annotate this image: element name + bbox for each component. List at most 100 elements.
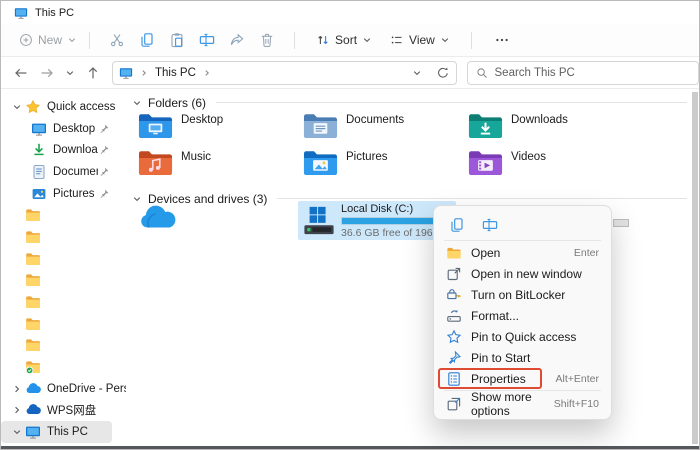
- back-button[interactable]: [13, 65, 29, 81]
- menu-item-shortcut: Alt+Enter: [556, 373, 599, 385]
- sidebar-item-label: Documents: [53, 166, 98, 178]
- more-options-icon: [446, 396, 462, 412]
- share-button[interactable]: [229, 32, 245, 48]
- delete-button[interactable]: [259, 32, 275, 48]
- sidebar-item-wps[interactable]: WPS网盘: [1, 400, 126, 422]
- content-scrollbar[interactable]: [692, 92, 698, 444]
- sidebar-item-folder-2[interactable]: [1, 226, 126, 248]
- sort-button-label: Sort: [335, 33, 357, 47]
- breadcrumb-this-pc[interactable]: This PC: [155, 67, 196, 79]
- refresh-button[interactable]: [436, 66, 450, 80]
- paste-button[interactable]: [169, 32, 185, 48]
- bitlocker-icon: [446, 287, 462, 303]
- sidebar-item-label: This PC: [47, 426, 112, 438]
- picture-blue-icon: [31, 186, 47, 202]
- sidebar-item-desktop[interactable]: Desktop: [1, 118, 126, 140]
- section-rule: [277, 198, 687, 199]
- sort-button[interactable]: Sort: [316, 33, 372, 47]
- sidebar-item-folder-1[interactable]: [1, 204, 126, 226]
- folder-tile-downloads[interactable]: Downloads: [468, 112, 628, 146]
- folder-yellow-icon: [25, 229, 41, 245]
- menu-separator: [444, 240, 601, 241]
- folder-yellow-icon: [25, 294, 41, 310]
- collapse-chevron-icon[interactable]: [132, 98, 142, 108]
- cut-button[interactable]: [109, 32, 125, 48]
- sidebar-item-label: Desktop: [53, 123, 98, 135]
- sidebar-item-quick-access[interactable]: Quick access: [1, 96, 126, 118]
- menu-item-label: Show more options: [471, 390, 545, 418]
- format-drive-icon: [446, 308, 462, 324]
- folders-grid: DesktopDocumentsDownloads MusicPictures Vi…: [138, 112, 633, 186]
- sidebar-item-folder-6[interactable]: [1, 313, 126, 335]
- sidebar-item-folder-5[interactable]: [1, 291, 126, 313]
- pin-icon: [98, 188, 110, 200]
- chevron-down-icon: [362, 35, 372, 45]
- folder-sync-icon: [25, 359, 41, 375]
- chevron-spacer: [9, 319, 25, 329]
- sort-arrows-icon: [316, 33, 330, 47]
- view-button[interactable]: View: [390, 33, 450, 47]
- folders-section-header[interactable]: Folders (6): [132, 95, 687, 110]
- star-outline-icon: [446, 329, 462, 345]
- sidebar-item-folder-7[interactable]: [1, 335, 126, 357]
- chevron-right-icon[interactable]: [9, 405, 25, 415]
- folder-tile-documents[interactable]: Documents: [303, 112, 463, 146]
- menu-item-pin-to-start[interactable]: Pin to Start: [434, 347, 611, 368]
- rename-button[interactable]: [482, 217, 498, 233]
- chevron-down-icon: [440, 35, 450, 45]
- sidebar-item-pictures[interactable]: Pictures: [1, 183, 126, 205]
- menu-item-shortcut: Enter: [574, 247, 599, 259]
- section-rule: [216, 102, 687, 103]
- sidebar-item-folder-synced[interactable]: [1, 356, 126, 378]
- menu-item-label: Open: [471, 246, 500, 260]
- search-box[interactable]: [467, 61, 699, 85]
- menu-item-show-more-options[interactable]: Show more options Shift+F10: [434, 392, 611, 415]
- sidebar-item-onedrive[interactable]: OneDrive - Personal: [1, 378, 126, 400]
- view-list-icon: [390, 33, 404, 47]
- sidebar-item-this-pc[interactable]: This PC: [1, 421, 112, 443]
- pin-icon: [98, 123, 110, 135]
- folder-tile-music[interactable]: Music: [138, 149, 298, 183]
- address-box[interactable]: This PC: [112, 61, 457, 85]
- location-monitor-icon: [119, 66, 133, 80]
- menu-item-label: Pin to Start: [471, 351, 530, 365]
- sidebar-item-folder-3[interactable]: [1, 248, 126, 270]
- context-menu-quick-actions: [434, 210, 611, 239]
- new-button[interactable]: New: [19, 33, 77, 47]
- see-more-button[interactable]: [494, 32, 510, 48]
- chevron-spacer: [9, 254, 25, 264]
- address-dropdown-icon[interactable]: [412, 68, 422, 78]
- chevron-down-icon[interactable]: [9, 427, 25, 437]
- search-input[interactable]: [495, 67, 690, 79]
- recent-locations-button[interactable]: [65, 68, 75, 78]
- chevron-down-icon[interactable]: [9, 102, 25, 112]
- folder-tile-videos[interactable]: Videos: [468, 149, 628, 183]
- rename-button[interactable]: [199, 32, 215, 48]
- sidebar-item-downloads[interactable]: Downloads: [1, 139, 126, 161]
- explorer-body: Quick accessDesktopDownloadsDocumentsPic…: [1, 90, 699, 446]
- new-window-icon: [446, 266, 462, 282]
- sidebar-item-documents[interactable]: Documents: [1, 161, 126, 183]
- sidebar-item-folder-4[interactable]: [1, 270, 126, 292]
- breadcrumb-chevron-icon: [202, 68, 212, 78]
- partially-hidden-drive-bar: [613, 219, 629, 227]
- folder-tile-label: Videos: [511, 149, 546, 163]
- copy-button[interactable]: [139, 32, 155, 48]
- menu-item-format[interactable]: Format...: [434, 305, 611, 326]
- search-icon: [476, 67, 488, 79]
- menu-item-open-in-new-window[interactable]: Open in new window: [434, 263, 611, 284]
- navigation-pane: Quick access Desktop Downloads Documents Pic…: [1, 90, 126, 446]
- menu-item-turn-on-bitlocker[interactable]: Turn on BitLocker: [434, 284, 611, 305]
- folder-tile-desktop[interactable]: Desktop: [138, 112, 298, 146]
- copy-button[interactable]: [449, 217, 465, 233]
- menu-item-properties[interactable]: PropertiesAlt+Enter: [434, 368, 611, 389]
- menu-item-open[interactable]: Open Enter: [434, 242, 611, 263]
- forward-button[interactable]: [39, 65, 55, 81]
- monitor-icon: [25, 424, 41, 440]
- folder-tile-pictures[interactable]: Pictures: [303, 149, 463, 183]
- onedrive-device-icon[interactable]: [137, 202, 179, 234]
- menu-item-shortcut: Shift+F10: [554, 398, 599, 410]
- menu-item-pin-to-quick-access[interactable]: Pin to Quick access: [434, 326, 611, 347]
- chevron-right-icon[interactable]: [9, 384, 25, 394]
- up-button[interactable]: [85, 65, 101, 81]
